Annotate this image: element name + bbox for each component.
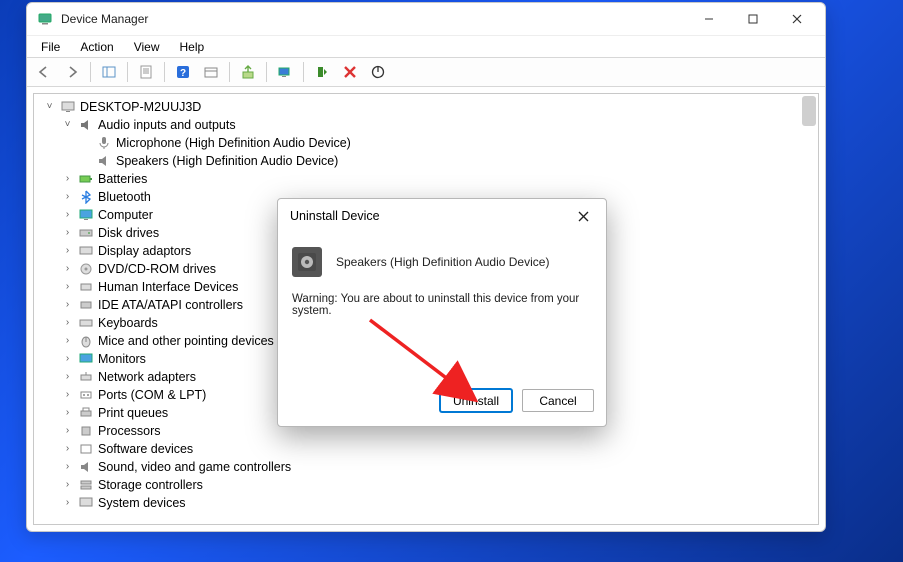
update-driver-button[interactable]: [235, 60, 261, 84]
scan-hardware-button[interactable]: [272, 60, 298, 84]
dialog-title: Uninstall Device: [290, 209, 380, 223]
bluetooth-icon: [78, 190, 93, 205]
back-button[interactable]: [31, 60, 57, 84]
tree-software-devices[interactable]: ›Software devices: [62, 440, 818, 458]
tree-root-label: DESKTOP-M2UUJ3D: [80, 98, 201, 116]
expand-icon[interactable]: ›: [62, 480, 73, 491]
computer-icon: [60, 100, 75, 115]
menu-action[interactable]: Action: [72, 38, 121, 56]
separator: [266, 62, 267, 82]
expand-icon[interactable]: ›: [62, 318, 73, 329]
toolbar: ?: [27, 57, 825, 87]
controller-icon: [78, 298, 93, 313]
expand-icon[interactable]: ›: [62, 498, 73, 509]
tree-microphone[interactable]: Microphone (High Definition Audio Device…: [80, 134, 818, 152]
battery-icon: [78, 172, 93, 187]
uninstall-device-dialog: Uninstall Device Speakers (High Definiti…: [277, 198, 607, 427]
menu-help[interactable]: Help: [172, 38, 213, 56]
expand-icon[interactable]: ›: [62, 228, 73, 239]
collapse-icon[interactable]: ˅: [44, 102, 55, 113]
separator: [229, 62, 230, 82]
tree-storage-controllers[interactable]: ›Storage controllers: [62, 476, 818, 494]
speaker-device-icon: [292, 247, 322, 277]
printer-icon: [78, 406, 93, 421]
speaker-icon: [96, 154, 111, 169]
mouse-icon: [78, 334, 93, 349]
keyboard-icon: [78, 316, 93, 331]
tree-batteries[interactable]: ›Batteries: [62, 170, 818, 188]
software-icon: [78, 442, 93, 457]
uninstall-button[interactable]: Uninstall: [440, 389, 512, 412]
ports-icon: [78, 388, 93, 403]
expand-icon[interactable]: ›: [62, 354, 73, 365]
minimize-button[interactable]: [687, 4, 731, 34]
expand-icon[interactable]: ›: [62, 462, 73, 473]
expand-icon[interactable]: ›: [62, 372, 73, 383]
dialog-warning-text: Warning: You are about to uninstall this…: [292, 293, 592, 317]
disk-icon: [78, 226, 93, 241]
optical-drive-icon: [78, 262, 93, 277]
expand-icon[interactable]: ›: [62, 408, 73, 419]
expand-icon[interactable]: ›: [62, 300, 73, 311]
expand-icon[interactable]: ›: [62, 390, 73, 401]
tree-sound-video[interactable]: ›Sound, video and game controllers: [62, 458, 818, 476]
tree-root[interactable]: ˅ DESKTOP-M2UUJ3D: [44, 98, 818, 116]
separator: [127, 62, 128, 82]
monitor-icon: [78, 352, 93, 367]
show-hide-console-tree-button[interactable]: [96, 60, 122, 84]
monitor-icon: [78, 208, 93, 223]
audio-icon: [78, 460, 93, 475]
enable-device-button[interactable]: [309, 60, 335, 84]
network-icon: [78, 370, 93, 385]
expand-icon[interactable]: ›: [62, 246, 73, 257]
device-manager-icon: [37, 11, 53, 27]
audio-icon: [78, 118, 93, 133]
expand-icon[interactable]: ›: [62, 444, 73, 455]
expand-icon[interactable]: ›: [62, 174, 73, 185]
tree-system-devices[interactable]: ›System devices: [62, 494, 818, 512]
expand-icon[interactable]: ›: [62, 210, 73, 221]
tree-audio[interactable]: ˅ Audio inputs and outputs: [62, 116, 818, 134]
scrollbar-thumb[interactable]: [802, 96, 816, 126]
cpu-icon: [78, 424, 93, 439]
help-button[interactable]: ?: [170, 60, 196, 84]
menubar: File Action View Help: [27, 35, 825, 57]
menu-view[interactable]: View: [126, 38, 168, 56]
separator: [164, 62, 165, 82]
expand-icon[interactable]: ›: [62, 426, 73, 437]
storage-icon: [78, 478, 93, 493]
expand-icon[interactable]: ›: [62, 264, 73, 275]
uninstall-device-button[interactable]: [337, 60, 363, 84]
menu-file[interactable]: File: [33, 38, 68, 56]
dialog-titlebar: Uninstall Device: [278, 199, 606, 233]
separator: [90, 62, 91, 82]
separator: [303, 62, 304, 82]
maximize-button[interactable]: [731, 4, 775, 34]
svg-text:?: ?: [180, 68, 186, 79]
window-title: Device Manager: [61, 12, 148, 26]
dialog-device-name: Speakers (High Definition Audio Device): [336, 255, 549, 269]
properties-button[interactable]: [133, 60, 159, 84]
tree-speakers[interactable]: Speakers (High Definition Audio Device): [80, 152, 818, 170]
system-icon: [78, 496, 93, 511]
expand-icon[interactable]: ›: [62, 336, 73, 347]
hid-icon: [78, 280, 93, 295]
disable-device-button[interactable]: [365, 60, 391, 84]
forward-button[interactable]: [59, 60, 85, 84]
expand-icon[interactable]: ›: [62, 282, 73, 293]
expand-icon[interactable]: ›: [62, 192, 73, 203]
action-properties-button[interactable]: [198, 60, 224, 84]
cancel-button[interactable]: Cancel: [522, 389, 594, 412]
titlebar: Device Manager: [27, 3, 825, 35]
close-button[interactable]: [775, 4, 819, 34]
dialog-device-row: Speakers (High Definition Audio Device): [292, 247, 592, 277]
collapse-icon[interactable]: ˅: [62, 120, 73, 131]
dialog-close-button[interactable]: [568, 201, 598, 231]
microphone-icon: [96, 136, 111, 151]
display-icon: [78, 244, 93, 259]
